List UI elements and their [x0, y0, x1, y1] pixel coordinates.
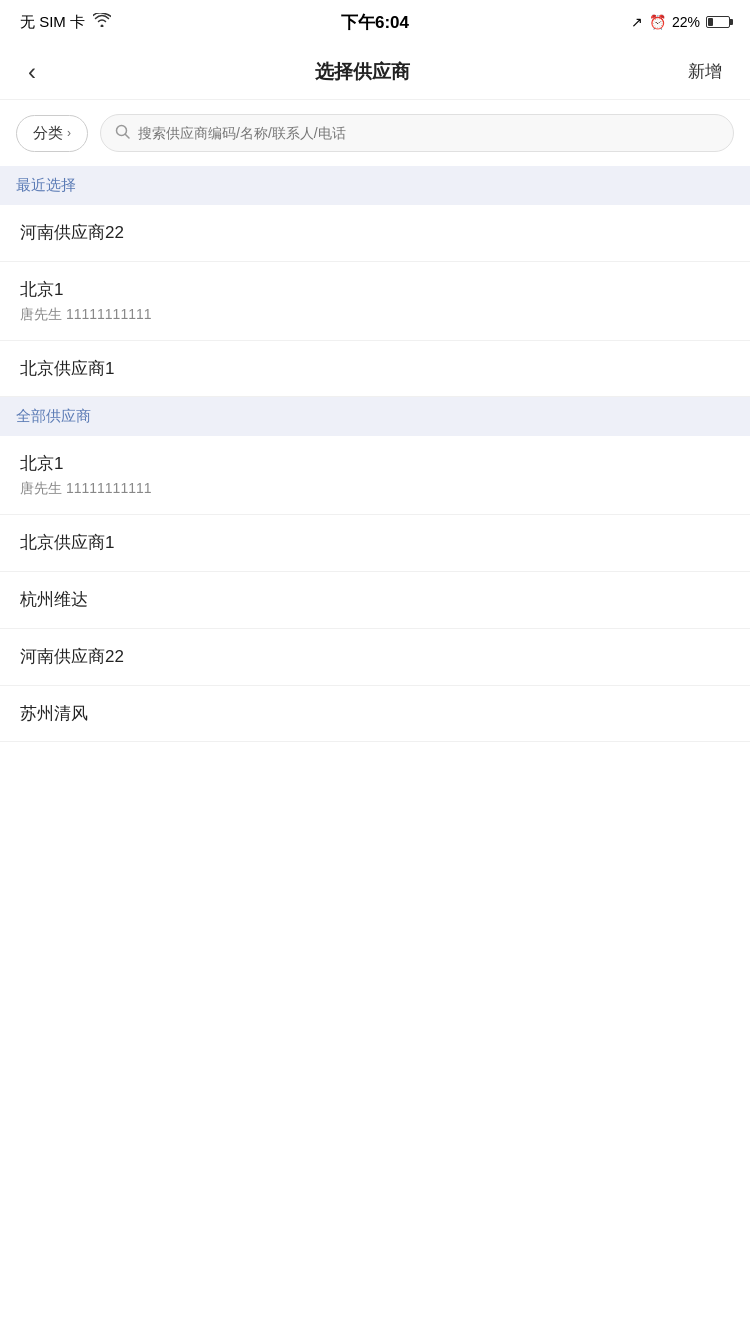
list-item[interactable]: 河南供应商22	[0, 629, 750, 686]
item-name: 河南供应商22	[20, 221, 730, 245]
item-name: 北京供应商1	[20, 357, 730, 381]
section-header-all: 全部供应商	[0, 397, 750, 436]
search-input[interactable]	[138, 125, 719, 141]
status-left: 无 SIM 卡	[20, 13, 111, 32]
sections-container: 最近选择河南供应商22 北京1 唐先生 11111111111 北京供应商1 全部供应商…	[0, 166, 750, 742]
list-item[interactable]: 杭州维达	[0, 572, 750, 629]
wifi-icon	[93, 13, 111, 31]
list-item[interactable]: 北京1 唐先生 11111111111	[0, 262, 750, 341]
new-action-button[interactable]: 新增	[680, 52, 730, 91]
svg-line-1	[126, 135, 130, 139]
battery-icon	[706, 16, 730, 28]
battery-percent: 22%	[672, 14, 700, 30]
nav-bar: ‹ 选择供应商 新增	[0, 44, 750, 100]
filter-bar: 分类 ›	[0, 100, 750, 166]
status-right: ↗ ⏰ 22%	[631, 14, 730, 30]
item-subtitle: 唐先生 11111111111	[20, 306, 730, 324]
back-button[interactable]: ‹	[20, 50, 44, 94]
item-name: 北京1	[20, 452, 730, 476]
list-item[interactable]: 北京供应商1	[0, 515, 750, 572]
search-icon	[115, 124, 130, 142]
list-item[interactable]: 北京供应商1	[0, 341, 750, 398]
item-name: 北京供应商1	[20, 531, 730, 555]
page-title: 选择供应商	[315, 59, 410, 85]
item-name: 北京1	[20, 278, 730, 302]
list-item[interactable]: 苏州清风	[0, 686, 750, 743]
list-item[interactable]: 河南供应商22	[0, 205, 750, 262]
item-name: 苏州清风	[20, 702, 730, 726]
alarm-icon: ⏰	[649, 14, 666, 30]
category-label: 分类	[33, 124, 63, 143]
item-name: 杭州维达	[20, 588, 730, 612]
list-item[interactable]: 北京1 唐先生 11111111111	[0, 436, 750, 515]
item-name: 河南供应商22	[20, 645, 730, 669]
category-button[interactable]: 分类 ›	[16, 115, 88, 152]
status-time: 下午6:04	[341, 11, 409, 34]
status-bar: 无 SIM 卡 下午6:04 ↗ ⏰ 22%	[0, 0, 750, 44]
search-box[interactable]	[100, 114, 734, 152]
sim-status: 无 SIM 卡	[20, 13, 85, 32]
section-header-recent: 最近选择	[0, 166, 750, 205]
chevron-right-icon: ›	[67, 126, 71, 140]
location-icon: ↗	[631, 14, 643, 30]
item-subtitle: 唐先生 11111111111	[20, 480, 730, 498]
